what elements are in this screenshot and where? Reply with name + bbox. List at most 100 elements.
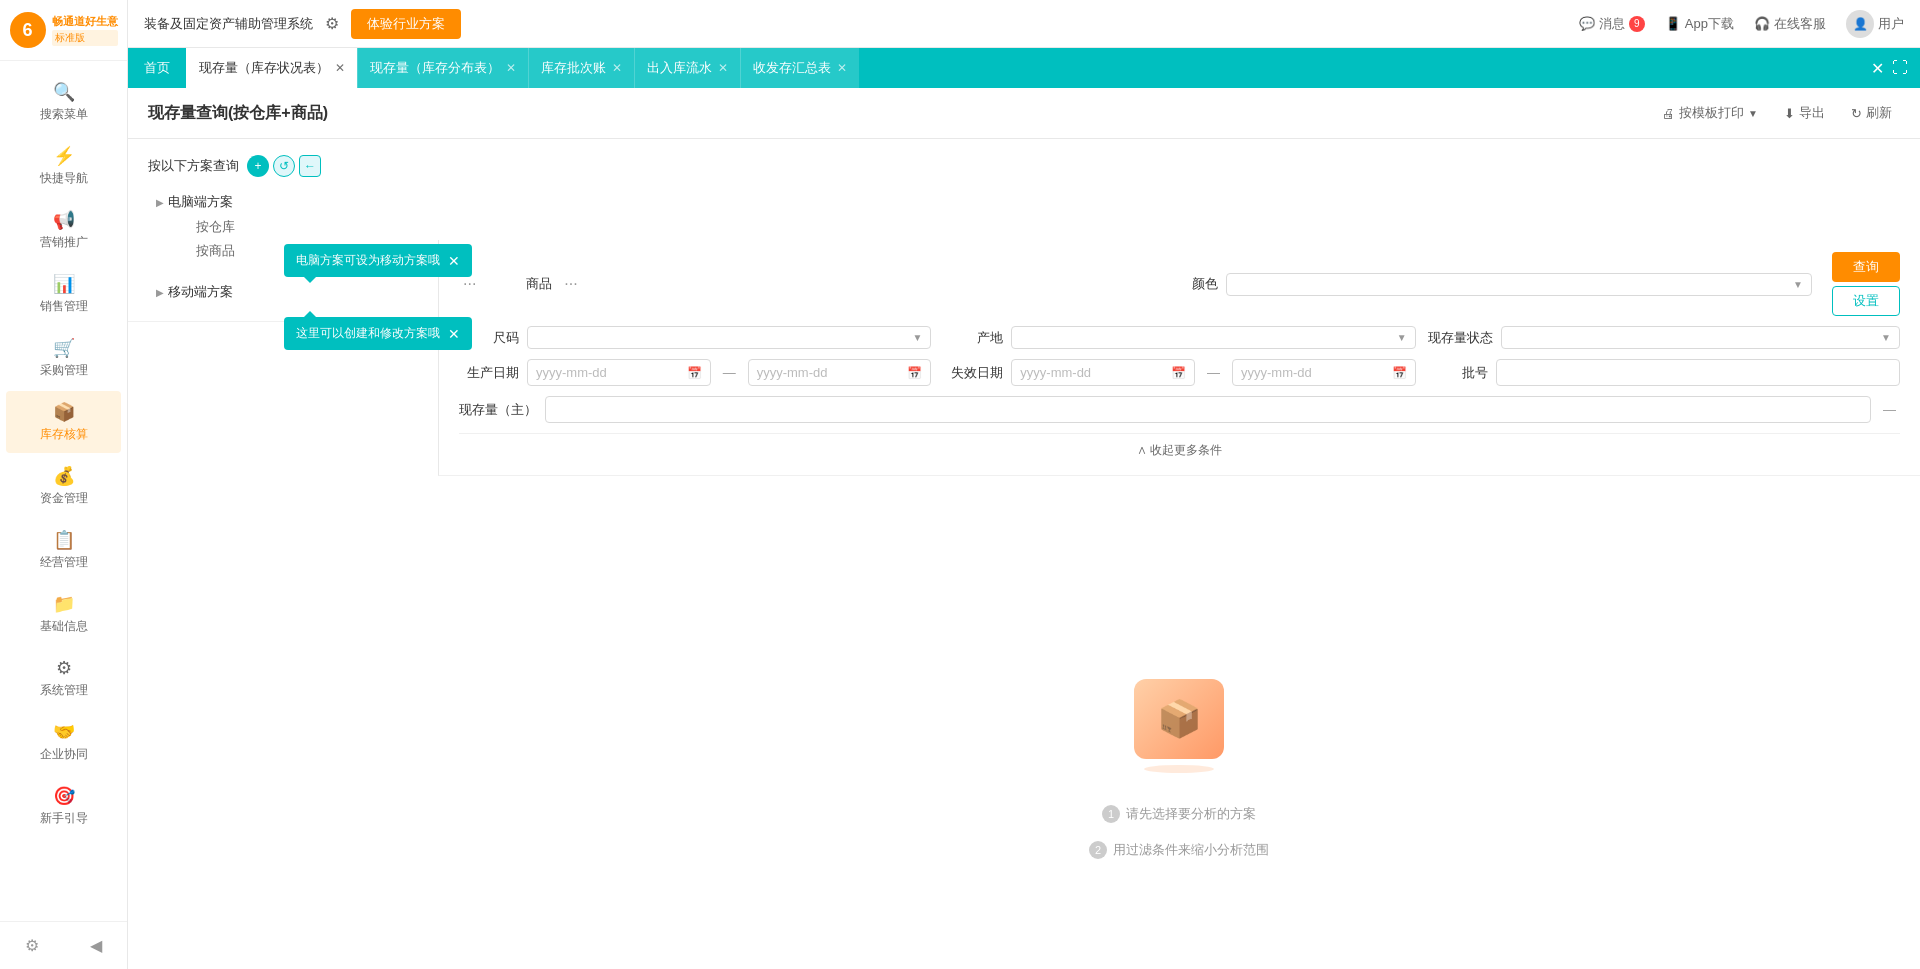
filter-group-size: 尺码 ▼ [459,326,931,349]
origin-select[interactable]: ▼ [1011,326,1415,349]
status-select[interactable]: ▼ [1501,326,1900,349]
sidebar-item-newbie[interactable]: 🎯 新手引导 [6,775,121,837]
operations-nav-icon: 📋 [53,529,75,551]
size-chevron-icon: ▼ [912,332,922,343]
finance-nav-icon: 💰 [53,465,75,487]
quick-nav-nav-icon: ⚡ [53,145,75,167]
page-header: 现存量查询(按仓库+商品) 🖨 按模板打印 ▼ ⬇ 导出 ↻ 刷新 [128,88,1920,139]
settings-bottom-icon[interactable]: ⚙ [17,932,47,959]
experience-btn[interactable]: 体验行业方案 [351,9,461,39]
print-dropdown-icon: ▼ [1748,108,1758,119]
sidebar-item-marketing[interactable]: 📢 营销推广 [6,199,121,261]
scheme-tooltip-2: 这里可以创建和修改方案哦 ✕ [284,317,472,350]
app-download-label: App下载 [1685,15,1734,33]
phone-icon: 📱 [1665,16,1681,31]
tab-close-inventory-status[interactable]: ✕ [335,61,345,75]
print-btn[interactable]: 🖨 按模板打印 ▼ [1654,100,1766,126]
empty-image: 📦 [1134,679,1224,773]
sidebar-item-purchase[interactable]: 🛒 采购管理 [6,327,121,389]
sidebar-bottom: ⚙ ◀ [0,921,127,969]
tab-in-out-flow[interactable]: 出入库流水 ✕ [634,48,740,88]
sidebar-item-search[interactable]: 🔍 搜索菜单 [6,71,121,133]
query-buttons: 查询 设置 [1832,252,1900,316]
tab-close-collect-summary[interactable]: ✕ [837,61,847,75]
avatar: 👤 [1846,10,1874,38]
scheme-pc-arrow[interactable]: ▶ [156,197,164,208]
sidebar-item-inventory[interactable]: 📦 库存核算 [6,391,121,453]
tab-close-batch-account[interactable]: ✕ [612,61,622,75]
query-btn[interactable]: 查询 [1832,252,1900,282]
scheme-mobile-arrow[interactable]: ▶ [156,287,164,298]
online-support-item[interactable]: 🎧 在线客服 [1754,15,1826,33]
search-nav-icon: 🔍 [53,81,75,103]
tab-bar-right: ✕ ⛶ [1859,59,1920,78]
filter-row-1: ··· 商品 ··· 颜色 ▼ 查询 设置 [459,252,1900,316]
system-nav-icon: ⚙ [56,657,72,679]
tab-inventory-status[interactable]: 现存量（库存状况表） ✕ [186,48,357,88]
produce-date-from[interactable]: yyyy-mm-dd 📅 [527,359,711,386]
scheme-tooltip-1: 电脑方案可设为移动方案哦 ✕ [284,244,472,277]
tab-bar: 首页 现存量（库存状况表） ✕ 现存量（库存分布表） ✕ 库存批次账 ✕ 出入库… [128,48,1920,88]
query-header: 按以下方案查询 + ↺ ← 电脑方案可设为移动方案哦 ✕ [148,155,1900,177]
export-btn[interactable]: ⬇ 导出 [1776,100,1833,126]
purchase-nav-label: 采购管理 [40,362,88,379]
back-scheme-btn[interactable]: ← [299,155,321,177]
message-badge: 9 [1629,16,1645,32]
message-item[interactable]: 💬 消息 9 [1579,15,1645,33]
size-select[interactable]: ▼ [527,326,931,349]
system-title: 装备及固定资产辅助管理系统 [144,15,313,33]
filter-group-origin: 产地 ▼ [943,326,1415,349]
tab-batch-account[interactable]: 库存批次账 ✕ [528,48,634,88]
sidebar-item-quick-nav[interactable]: ⚡ 快捷导航 [6,135,121,197]
sidebar-item-operations[interactable]: 📋 经营管理 [6,519,121,581]
collapse-sidebar-icon[interactable]: ◀ [82,932,110,959]
scheme-pc-item[interactable]: ▶ 电脑端方案 [156,189,1900,215]
purchase-nav-icon: 🛒 [53,337,75,359]
tab-maximize-icon[interactable]: ⛶ [1892,59,1908,77]
color-select[interactable]: ▼ [1226,273,1812,296]
refresh-scheme-btn[interactable]: ↺ [273,155,295,177]
sidebar-item-finance[interactable]: 💰 资金管理 [6,455,121,517]
page-title: 现存量查询(按仓库+商品) [148,103,328,124]
app-download-item[interactable]: 📱 App下载 [1665,15,1734,33]
filter-dots-1[interactable]: ··· [459,275,480,293]
logo-icon: 6 [10,12,46,48]
sidebar-item-sales[interactable]: 📊 销售管理 [6,263,121,325]
refresh-icon: ↻ [1851,106,1862,121]
tab-close-inventory-dist[interactable]: ✕ [506,61,516,75]
sidebar-item-basic-info[interactable]: 📁 基础信息 [6,583,121,645]
empty-step-1: 1 请先选择要分析的方案 [1102,805,1256,823]
scheme-pc-sub1[interactable]: 按仓库 [196,215,1900,239]
header-right: 💬 消息 9 📱 App下载 🎧 在线客服 👤 用户 [1579,10,1904,38]
refresh-btn[interactable]: ↻ 刷新 [1843,100,1900,126]
tab-home[interactable]: 首页 [128,48,186,88]
batch-input[interactable] [1496,359,1900,386]
export-icon: ⬇ [1784,106,1795,121]
tab-close-in-out-flow[interactable]: ✕ [718,61,728,75]
stock-min-input[interactable] [545,396,1871,423]
filter-group-stock: 现存量（主） — [459,396,1900,423]
filter-group-color: 颜色 ▼ [1158,273,1812,296]
sidebar-item-system[interactable]: ⚙ 系统管理 [6,647,121,709]
user-item[interactable]: 👤 用户 [1846,10,1904,38]
sidebar-logo: 6 畅通道好生意 标准版 [0,0,127,61]
tab-inventory-dist[interactable]: 现存量（库存分布表） ✕ [357,48,528,88]
produce-date-to[interactable]: yyyy-mm-dd 📅 [748,359,932,386]
expire-date-to[interactable]: yyyy-mm-dd 📅 [1232,359,1416,386]
settings-icon[interactable]: ⚙ [325,14,339,33]
expire-date-from[interactable]: yyyy-mm-dd 📅 [1011,359,1195,386]
filter-row-2: 尺码 ▼ 产地 ▼ 现存量状态 [459,326,1900,349]
tab-close-all-icon[interactable]: ✕ [1871,59,1884,78]
reset-btn[interactable]: 设置 [1832,286,1900,316]
header-left: 装备及固定资产辅助管理系统 ⚙ 体验行业方案 [144,9,461,39]
add-scheme-btn[interactable]: + [247,155,269,177]
sidebar-item-enterprise[interactable]: 🤝 企业协同 [6,711,121,773]
collapse-bar[interactable]: ∧ 收起更多条件 [459,433,1900,467]
filter-dots-product[interactable]: ··· [560,275,581,293]
calendar-icon-2: 📅 [907,366,922,380]
tooltip2-close[interactable]: ✕ [448,326,460,342]
tooltip1-close[interactable]: ✕ [448,253,460,269]
tab-collect-summary[interactable]: 收发存汇总表 ✕ [740,48,859,88]
status-chevron-icon: ▼ [1881,332,1891,343]
content-inner: 现存量查询(按仓库+商品) 🖨 按模板打印 ▼ ⬇ 导出 ↻ 刷新 [128,88,1920,969]
